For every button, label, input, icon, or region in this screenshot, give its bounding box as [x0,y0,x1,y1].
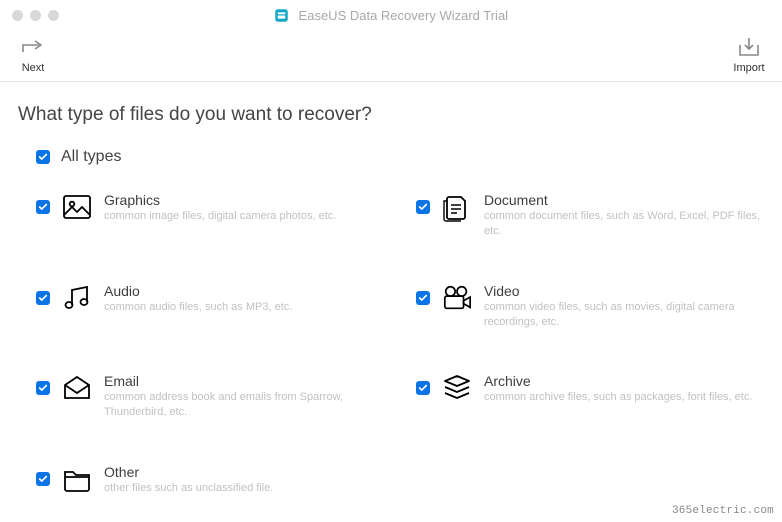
all-types-label: All types [61,148,121,166]
type-video[interactable]: Video common video files, such as movies… [416,283,782,330]
video-checkbox[interactable] [416,291,430,305]
document-icon [442,192,472,222]
minimize-window-dot[interactable] [30,10,41,21]
other-icon [62,464,92,494]
import-button[interactable]: Import [726,34,772,74]
next-arrow-icon [10,34,56,60]
all-types-checkbox[interactable] [36,150,50,164]
graphics-desc: common image files, digital camera photo… [104,209,336,224]
email-checkbox[interactable] [36,381,50,395]
archive-name: Archive [484,373,752,389]
graphics-checkbox[interactable] [36,200,50,214]
type-document[interactable]: Document common document files, such as … [416,192,782,239]
audio-icon [62,283,92,313]
archive-checkbox[interactable] [416,381,430,395]
next-label: Next [10,62,56,74]
video-desc: common video files, such as movies, digi… [484,300,774,330]
type-graphics[interactable]: Graphics common image files, digital cam… [36,192,416,239]
all-types-row[interactable]: All types [36,148,764,166]
page-title: What type of files do you want to recove… [18,104,764,126]
type-audio[interactable]: Audio common audio files, such as MP3, e… [36,283,416,330]
type-other[interactable]: Other other files such as unclassified f… [36,464,416,496]
other-desc: other files such as unclassified file. [104,481,273,496]
video-name: Video [484,283,774,299]
close-window-dot[interactable] [12,10,23,21]
window-controls [12,10,59,21]
zoom-window-dot[interactable] [48,10,59,21]
file-type-grid: Graphics common image files, digital cam… [36,192,764,496]
audio-name: Audio [104,283,292,299]
audio-desc: common audio files, such as MP3, etc. [104,300,292,315]
email-icon [62,373,92,403]
video-icon [442,283,472,313]
document-checkbox[interactable] [416,200,430,214]
document-name: Document [484,192,774,208]
other-name: Other [104,464,273,480]
main-content: What type of files do you want to recove… [0,82,782,496]
window-title: EaseUS Data Recovery Wizard Trial [299,8,509,23]
import-label: Import [726,62,772,74]
type-email[interactable]: Email common address book and emails fro… [36,373,416,420]
next-button[interactable]: Next [10,34,56,74]
graphics-icon [62,192,92,222]
toolbar: Next Import [0,28,782,82]
graphics-name: Graphics [104,192,336,208]
type-archive[interactable]: Archive common archive files, such as pa… [416,373,782,420]
document-desc: common document files, such as Word, Exc… [484,209,774,239]
import-icon [726,34,772,60]
email-name: Email [104,373,394,389]
email-desc: common address book and emails from Spar… [104,390,394,420]
app-icon [274,8,289,23]
watermark: 365electric.com [672,505,774,517]
titlebar: EaseUS Data Recovery Wizard Trial [0,0,782,28]
audio-checkbox[interactable] [36,291,50,305]
archive-icon [442,373,472,403]
other-checkbox[interactable] [36,472,50,486]
archive-desc: common archive files, such as packages, … [484,390,752,405]
